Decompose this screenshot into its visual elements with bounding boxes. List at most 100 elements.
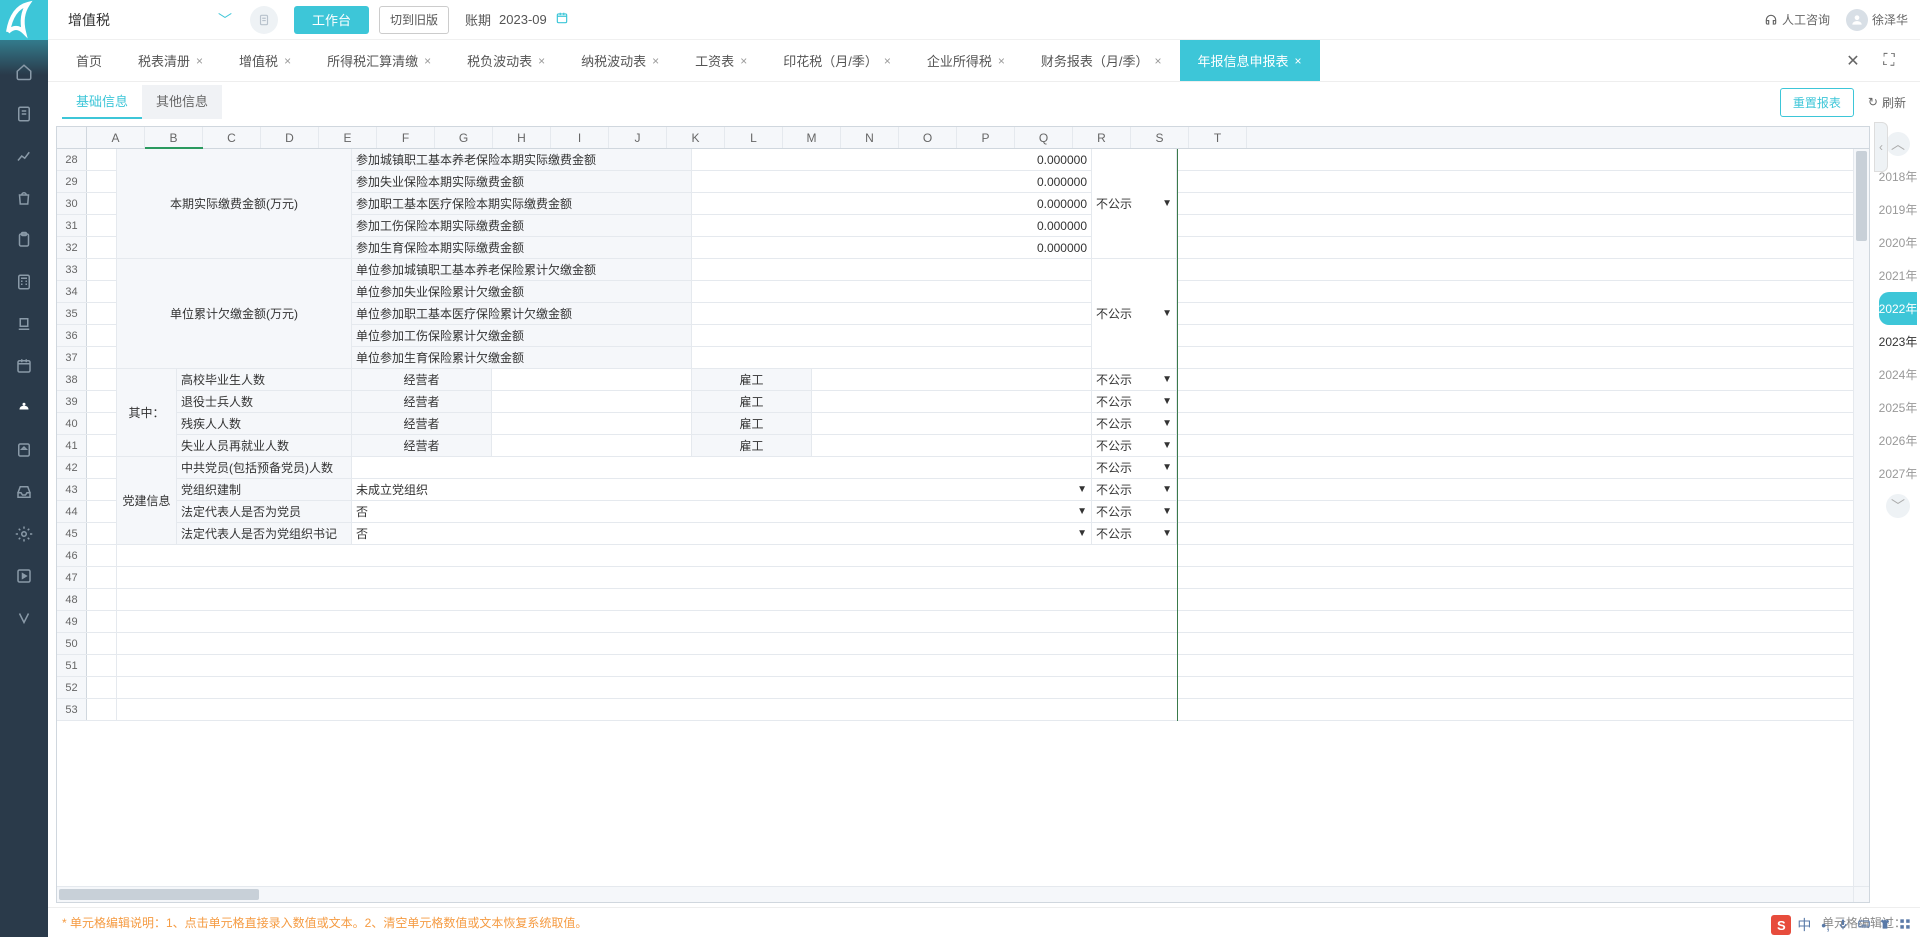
cell[interactable]: 本期实际缴费金额(万元)	[117, 149, 352, 259]
col-A[interactable]: A	[87, 127, 145, 148]
year-2020年[interactable]: 2020年	[1879, 226, 1918, 259]
cell[interactable]	[812, 369, 1092, 391]
col-E[interactable]: E	[319, 127, 377, 148]
cell[interactable]: 单位参加失业保险累计欠缴金额	[352, 281, 692, 303]
cell[interactable]: 其中：	[117, 369, 177, 457]
col-Q[interactable]: Q	[1015, 127, 1073, 148]
dropdown-icon[interactable]: ▼	[1162, 396, 1172, 407]
nav-active-icon[interactable]	[12, 396, 36, 420]
cell[interactable]	[352, 457, 1092, 479]
cell[interactable]: 不公示▼	[1092, 391, 1177, 413]
cell[interactable]	[87, 699, 117, 721]
cell[interactable]: 经营者	[352, 369, 492, 391]
cell[interactable]	[692, 325, 1092, 347]
cell[interactable]	[87, 325, 117, 347]
cell[interactable]: 单位参加生育保险累计欠缴金额	[352, 347, 692, 369]
cell[interactable]	[692, 259, 1092, 281]
row-30[interactable]: 30	[57, 193, 87, 214]
user-menu[interactable]: 徐泽华	[1846, 9, 1908, 31]
row-35[interactable]: 35	[57, 303, 87, 324]
dropdown-icon[interactable]: ▼	[1162, 528, 1172, 539]
cell[interactable]	[812, 391, 1092, 413]
cell[interactable]: 雇工	[692, 369, 812, 391]
col-P[interactable]: P	[957, 127, 1015, 148]
nav-v-icon[interactable]	[12, 606, 36, 630]
cell[interactable]: 单位累计欠缴金额(万元)	[117, 259, 352, 369]
row-33[interactable]: 33	[57, 259, 87, 280]
cell[interactable]: 不公示▼	[1092, 479, 1177, 501]
col-C[interactable]: C	[203, 127, 261, 148]
dropdown-icon[interactable]: ▼	[1162, 374, 1172, 385]
cell[interactable]: 退役士兵人数	[177, 391, 352, 413]
cell[interactable]	[87, 479, 117, 501]
cell[interactable]	[812, 413, 1092, 435]
year-2021年[interactable]: 2021年	[1879, 259, 1918, 292]
cell[interactable]	[87, 171, 117, 193]
dropdown-icon[interactable]: ▼	[1077, 528, 1087, 539]
dropdown-icon[interactable]: ▼	[1077, 506, 1087, 517]
nav-doc-icon[interactable]	[12, 102, 36, 126]
nav-date-icon[interactable]	[12, 354, 36, 378]
year-2022年[interactable]: 2022年	[1879, 292, 1918, 325]
tab-close-icon[interactable]: ×	[196, 54, 203, 68]
cell[interactable]: 否▼	[352, 501, 1092, 523]
cell[interactable]	[87, 523, 117, 545]
cell[interactable]: 不公示▼	[1092, 259, 1177, 369]
module-dropdown[interactable]: 增值税 ﹀	[60, 10, 240, 30]
cell[interactable]: 法定代表人是否为党员	[177, 501, 352, 523]
row-38[interactable]: 38	[57, 369, 87, 390]
tab-8[interactable]: 企业所得税×	[909, 40, 1023, 81]
period-picker[interactable]: 账期 2023-09	[465, 10, 569, 29]
row-37[interactable]: 37	[57, 347, 87, 368]
select-all-cell[interactable]	[57, 127, 87, 148]
cell[interactable]	[87, 281, 117, 303]
col-D[interactable]: D	[261, 127, 319, 148]
cell[interactable]: 不公示▼	[1092, 435, 1177, 457]
col-S[interactable]: S	[1131, 127, 1189, 148]
panel-expand-handle[interactable]: ‹	[1874, 122, 1888, 172]
nav-bag-icon[interactable]	[12, 186, 36, 210]
row-28[interactable]: 28	[57, 149, 87, 170]
cell[interactable]: 0.000000	[692, 149, 1092, 171]
tab-7[interactable]: 印花税（月/季）×	[765, 40, 909, 81]
tab-close-icon[interactable]: ×	[284, 54, 291, 68]
nav-stamp-icon[interactable]	[12, 312, 36, 336]
workbench-button[interactable]: 工作台	[294, 6, 369, 34]
cell[interactable]: 0.000000	[692, 215, 1092, 237]
row-40[interactable]: 40	[57, 413, 87, 434]
cell[interactable]	[87, 215, 117, 237]
tab-10[interactable]: 年报信息申报表×	[1180, 40, 1320, 81]
cell[interactable]: 0.000000	[692, 171, 1092, 193]
cell[interactable]: 失业人员再就业人数	[177, 435, 352, 457]
col-N[interactable]: N	[841, 127, 899, 148]
row-41[interactable]: 41	[57, 435, 87, 456]
cell[interactable]	[492, 413, 692, 435]
dropdown-icon[interactable]: ▼	[1162, 440, 1172, 451]
row-45[interactable]: 45	[57, 523, 87, 544]
row-44[interactable]: 44	[57, 501, 87, 522]
row-39[interactable]: 39	[57, 391, 87, 412]
row-46[interactable]: 46	[57, 545, 87, 566]
tab-close-icon[interactable]: ×	[998, 54, 1005, 68]
cell[interactable]	[87, 501, 117, 523]
tab-0[interactable]: 首页	[58, 40, 120, 81]
dropdown-icon[interactable]: ▼	[1162, 308, 1172, 319]
ime-grid-icon[interactable]	[1898, 917, 1912, 934]
tab-4[interactable]: 税负波动表×	[449, 40, 563, 81]
subtab-basic[interactable]: 基础信息	[62, 85, 142, 119]
row-50[interactable]: 50	[57, 633, 87, 654]
dropdown-icon[interactable]: ▼	[1162, 462, 1172, 473]
tab-6[interactable]: 工资表×	[677, 40, 765, 81]
cell[interactable]: 参加生育保险本期实际缴费金额	[352, 237, 692, 259]
dropdown-icon[interactable]: ▼	[1162, 418, 1172, 429]
subtab-other[interactable]: 其他信息	[142, 85, 222, 119]
row-42[interactable]: 42	[57, 457, 87, 478]
ime-zh-icon[interactable]: 中	[1797, 915, 1811, 935]
cell[interactable]: 单位参加职工基本医疗保险累计欠缴金额	[352, 303, 692, 325]
cell[interactable]: 参加失业保险本期实际缴费金额	[352, 171, 692, 193]
cell[interactable]: 单位参加工伤保险累计欠缴金额	[352, 325, 692, 347]
consult-button[interactable]: 人工咨询	[1764, 11, 1830, 28]
cell[interactable]: 残疾人人数	[177, 413, 352, 435]
year-down-icon[interactable]: ﹀	[1886, 494, 1910, 518]
close-all-icon[interactable]: ✕	[1840, 48, 1866, 74]
